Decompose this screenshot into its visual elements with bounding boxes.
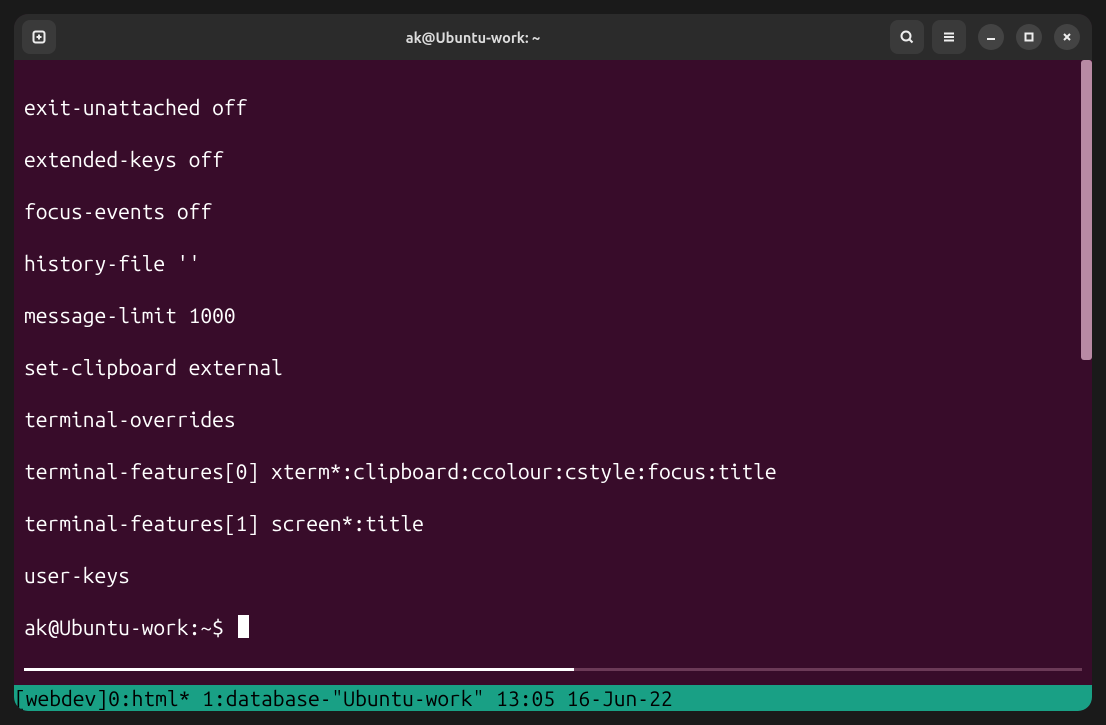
- search-icon: [899, 29, 915, 45]
- minimize-icon: [985, 31, 997, 43]
- titlebar: ak@Ubuntu-work: ~: [14, 14, 1092, 60]
- output-line: set-clipboard external: [24, 354, 1082, 380]
- output-line: exit-unattached off: [24, 94, 1082, 120]
- output-line: terminal-features[1] screen*:title: [24, 510, 1082, 536]
- output-line: terminal-overrides: [24, 406, 1082, 432]
- window-title: ak@Ubuntu-work: ~: [56, 29, 890, 46]
- output-line: message-limit 1000: [24, 302, 1082, 328]
- tmux-pane-divider[interactable]: [24, 668, 1082, 671]
- output-line: user-keys: [24, 562, 1082, 588]
- scrollbar-thumb[interactable]: [1081, 60, 1092, 360]
- scrollbar[interactable]: [1081, 60, 1092, 685]
- new-tab-button[interactable]: [22, 20, 56, 54]
- output-line: terminal-features[0] xterm*:clipboard:cc…: [24, 458, 1082, 484]
- output-line: history-file '': [24, 250, 1082, 276]
- maximize-button[interactable]: [1016, 24, 1042, 50]
- search-button[interactable]: [890, 20, 924, 54]
- tmux-status-bar: [webdev] 0:html* 1:database- "Ubuntu-wor…: [14, 685, 1092, 711]
- maximize-icon: [1023, 31, 1035, 43]
- cursor: [238, 615, 249, 638]
- prompt-line: ak@Ubuntu-work:~$: [24, 614, 1082, 640]
- shell-prompt: ak@Ubuntu-work:~$: [24, 615, 236, 639]
- tmux-window-list: 0:html* 1:database-: [108, 685, 331, 711]
- hamburger-icon: [941, 29, 957, 45]
- output-line: extended-keys off: [24, 146, 1082, 172]
- tmux-session-name: [webdev]: [14, 685, 108, 711]
- close-button[interactable]: [1054, 24, 1080, 50]
- output-line: focus-events off: [24, 198, 1082, 224]
- close-icon: [1061, 31, 1073, 43]
- terminal-window: ak@Ubuntu-work: ~ exit-unattached off ex…: [14, 14, 1092, 711]
- minimize-button[interactable]: [978, 24, 1004, 50]
- terminal-content[interactable]: exit-unattached off extended-keys off fo…: [14, 60, 1092, 685]
- menu-button[interactable]: [932, 20, 966, 54]
- tmux-status-right: "Ubuntu-work" 13:05 16-Jun-22: [332, 685, 673, 711]
